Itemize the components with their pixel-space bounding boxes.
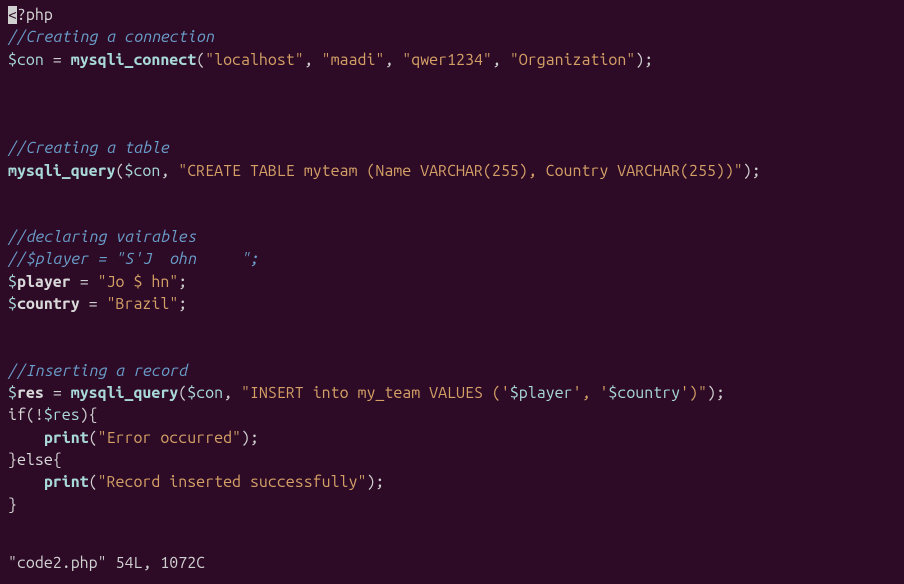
code-line: $con = mysqli_connect("localhost", "maad… xyxy=(8,49,896,71)
cursor: < xyxy=(8,6,17,24)
comment: //declaring vairables xyxy=(8,228,196,246)
code-line: $country = "Brazil"; xyxy=(8,293,896,315)
code-line xyxy=(8,316,896,338)
variable: $res xyxy=(44,406,80,424)
keyword: else xyxy=(17,451,53,469)
code-line xyxy=(8,71,896,93)
vim-status-line: "code2.php" 54L, 1072C xyxy=(8,552,205,574)
string-literal: ', ' xyxy=(573,384,609,402)
variable-in-string: $country xyxy=(608,384,680,402)
string-literal: "Error occurred" xyxy=(98,429,241,447)
code-line: print("Error occurred"); xyxy=(8,427,896,449)
code-line: <?php xyxy=(8,4,896,26)
code-line: if(!$res){ xyxy=(8,404,896,426)
code-line: //$player = "S'J ohn "; xyxy=(8,248,896,270)
function-call: mysqli_query xyxy=(71,384,179,402)
code-line: mysqli_query($con, "CREATE TABLE myteam … xyxy=(8,160,896,182)
code-line: //Creating a connection xyxy=(8,26,896,48)
comment: //$player = "S'J ohn "; xyxy=(8,250,259,268)
string-literal: "qwer1234" xyxy=(402,51,492,69)
comment: //Creating a connection xyxy=(8,28,214,46)
variable-in-string: $player xyxy=(510,384,573,402)
variable: $ xyxy=(8,384,17,402)
code-line: }else{ xyxy=(8,449,896,471)
string-literal: "CREATE TABLE myteam (Name VARCHAR(255),… xyxy=(178,162,742,180)
string-literal: "Jo $ hn" xyxy=(98,273,179,291)
comment: //Inserting a record xyxy=(8,362,187,380)
code-editor[interactable]: <?php //Creating a connection $con = mys… xyxy=(8,4,896,516)
code-line xyxy=(8,115,896,137)
function-call: mysqli_query xyxy=(8,162,116,180)
variable-name: country xyxy=(17,295,80,313)
variable: $con xyxy=(125,162,161,180)
code-line: $player = "Jo $ hn"; xyxy=(8,271,896,293)
variable: $con xyxy=(8,51,44,69)
string-literal: "Brazil" xyxy=(107,295,179,313)
code-line: //Inserting a record xyxy=(8,360,896,382)
code-line xyxy=(8,204,896,226)
code-line xyxy=(8,182,896,204)
string-literal: "localhost" xyxy=(205,51,304,69)
code-line: $res = mysqli_query($con, "INSERT into m… xyxy=(8,382,896,404)
function-call: print xyxy=(44,429,89,447)
comment: //Creating a table xyxy=(8,139,169,157)
variable-name: res xyxy=(17,384,44,402)
function-call: mysqli_connect xyxy=(71,51,196,69)
string-literal: "INSERT into my_team VALUES (' xyxy=(241,384,510,402)
code-line: //declaring vairables xyxy=(8,226,896,248)
string-literal: "maadi" xyxy=(322,51,385,69)
variable: $ xyxy=(8,273,17,291)
variable: $con xyxy=(187,384,223,402)
variable: $ xyxy=(8,295,17,313)
php-open-tag: ?php xyxy=(17,6,53,24)
code-line: } xyxy=(8,494,896,516)
function-call: print xyxy=(44,473,89,491)
string-literal: ')" xyxy=(680,384,707,402)
code-line: print("Record inserted successfully"); xyxy=(8,471,896,493)
code-line xyxy=(8,93,896,115)
code-line: //Creating a table xyxy=(8,137,896,159)
string-literal: "Record inserted successfully" xyxy=(98,473,367,491)
variable-name: player xyxy=(17,273,71,291)
keyword: if xyxy=(8,406,26,424)
code-line xyxy=(8,338,896,360)
string-literal: "Organization" xyxy=(510,51,635,69)
